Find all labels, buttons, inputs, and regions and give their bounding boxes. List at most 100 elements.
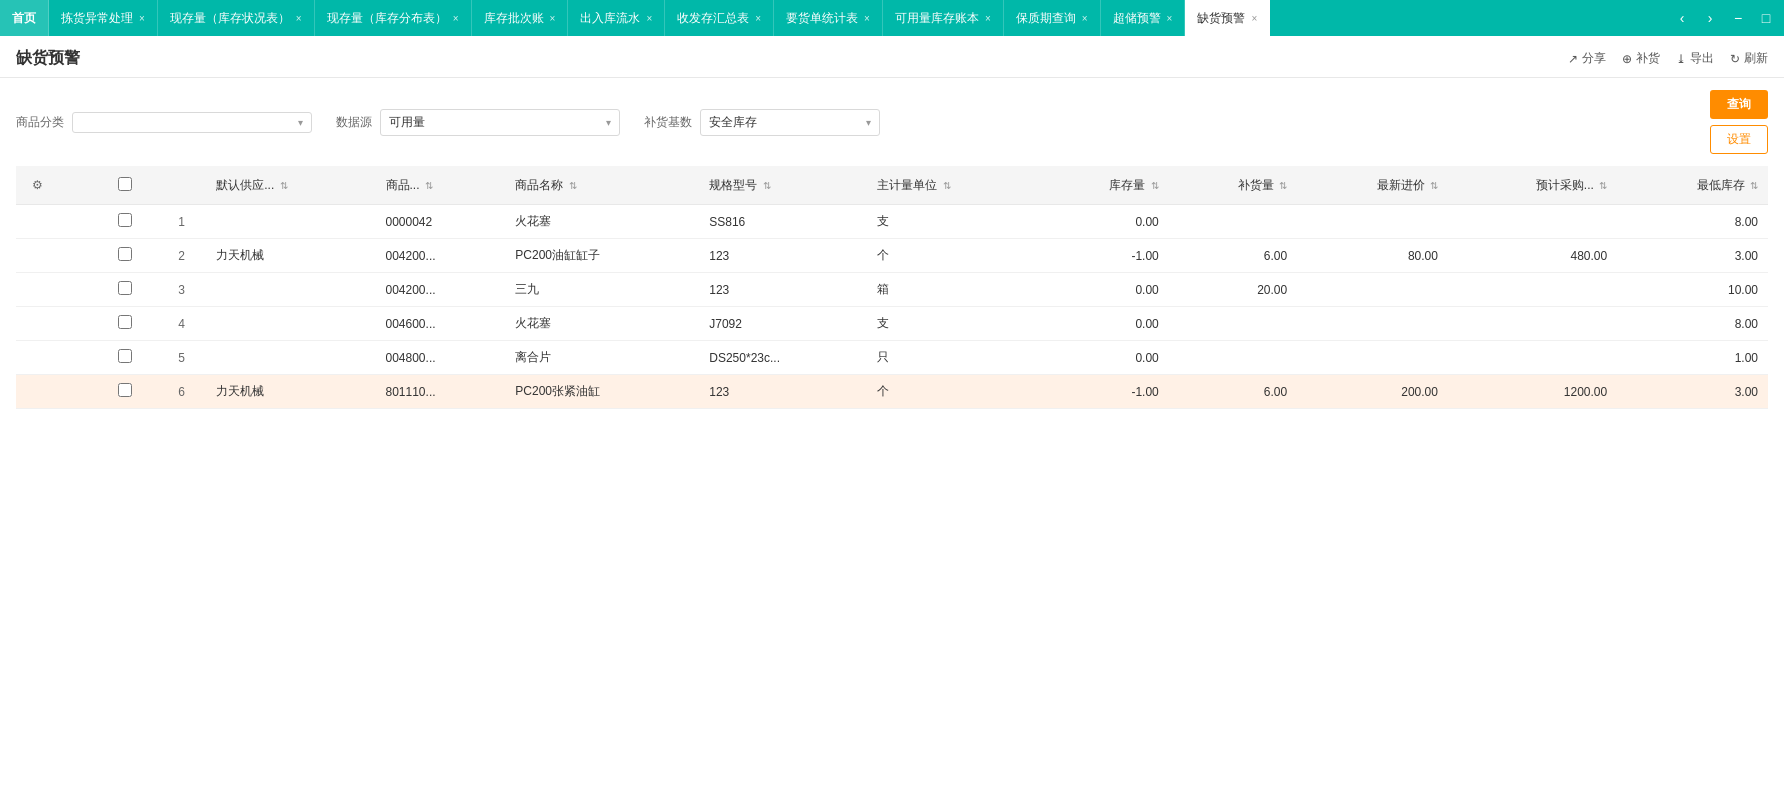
share-action[interactable]: ↗ 分享 <box>1568 50 1606 67</box>
tab-inout-flow-close[interactable]: × <box>646 13 652 24</box>
row-product-code: 004800... <box>376 341 506 375</box>
tab-batch-account[interactable]: 库存批次账 × <box>472 0 569 36</box>
replenish-action[interactable]: ⊕ 补货 <box>1622 50 1660 67</box>
select-all-checkbox[interactable] <box>118 177 132 191</box>
tab-receipt-summary[interactable]: 收发存汇总表 × <box>665 0 774 36</box>
tab-inventory-dist-close[interactable]: × <box>453 13 459 24</box>
col-product-name-header[interactable]: 商品名称 ⇅ <box>505 166 699 205</box>
datasource-select[interactable]: 可用量 ▾ <box>380 109 620 136</box>
tab-abnormal-close[interactable]: × <box>139 13 145 24</box>
tab-order-stats-label: 要货单统计表 <box>786 10 858 27</box>
tab-shortage-close[interactable]: × <box>1251 13 1257 24</box>
row-stock-qty: 0.00 <box>1040 307 1168 341</box>
query-button[interactable]: 查询 <box>1710 90 1768 119</box>
est-purchase-sort-icon: ⇅ <box>1599 180 1607 191</box>
replenish-base-select[interactable]: 安全库存 ▾ <box>700 109 880 136</box>
row-stock-qty: 0.00 <box>1040 205 1168 239</box>
row-checkbox[interactable] <box>118 383 132 397</box>
row-checkbox[interactable] <box>118 247 132 261</box>
row-supplier <box>206 273 375 307</box>
row-seq: 1 <box>157 205 206 239</box>
row-checkbox-cell[interactable] <box>94 375 157 409</box>
row-checkbox-cell[interactable] <box>94 341 157 375</box>
row-replenish-qty <box>1169 307 1297 341</box>
column-settings-btn[interactable]: ⚙ <box>26 174 48 196</box>
row-unit: 箱 <box>867 273 1040 307</box>
tab-receipt-summary-close[interactable]: × <box>755 13 761 24</box>
row-unit: 支 <box>867 205 1040 239</box>
datasource-select-value: 可用量 <box>389 114 425 131</box>
row-checkbox[interactable] <box>118 315 132 329</box>
row-settings-cell <box>16 341 94 375</box>
row-spec: 123 <box>699 375 867 409</box>
tab-order-stats[interactable]: 要货单统计表 × <box>774 0 883 36</box>
tab-receipt-summary-label: 收发存汇总表 <box>677 10 749 27</box>
tab-batch-account-close[interactable]: × <box>550 13 556 24</box>
row-supplier: 力天机械 <box>206 239 375 273</box>
table-row: 4 004600... 火花塞 J7092 支 0.00 8.00 <box>16 307 1768 341</box>
row-stock-qty: -1.00 <box>1040 375 1168 409</box>
row-checkbox-cell[interactable] <box>94 239 157 273</box>
table-row: 6 力天机械 801110... PC200张紧油缸 123 个 -1.00 6… <box>16 375 1768 409</box>
row-checkbox[interactable] <box>118 349 132 363</box>
row-product-code: 801110... <box>376 375 506 409</box>
row-checkbox-cell[interactable] <box>94 307 157 341</box>
row-checkbox-cell[interactable] <box>94 205 157 239</box>
col-replenish-qty-header[interactable]: 补货量 ⇅ <box>1169 166 1297 205</box>
tab-abnormal[interactable]: 拣货异常处理 × <box>49 0 158 36</box>
settings-button[interactable]: 设置 <box>1710 125 1768 154</box>
tab-order-stats-close[interactable]: × <box>864 13 870 24</box>
tab-inout-flow[interactable]: 出入库流水 × <box>568 0 665 36</box>
row-latest-price <box>1297 307 1448 341</box>
replenish-label: 补货 <box>1636 50 1660 67</box>
row-seq: 2 <box>157 239 206 273</box>
share-icon: ↗ <box>1568 52 1578 66</box>
col-stock-qty-header[interactable]: 库存量 ⇅ <box>1040 166 1168 205</box>
tab-inventory-status-close[interactable]: × <box>296 13 302 24</box>
row-checkbox-cell[interactable] <box>94 273 157 307</box>
col-est-purchase-header[interactable]: 预计采购... ⇅ <box>1448 166 1617 205</box>
refresh-icon: ↻ <box>1730 52 1740 66</box>
col-latest-price-header[interactable]: 最新进价 ⇅ <box>1297 166 1448 205</box>
row-product-code: 004200... <box>376 239 506 273</box>
col-product-code-header[interactable]: 商品... ⇅ <box>376 166 506 205</box>
tab-inventory-dist[interactable]: 现存量（库存分布表） × <box>315 0 472 36</box>
tab-expiry-query-close[interactable]: × <box>1082 13 1088 24</box>
col-spec-header[interactable]: 规格型号 ⇅ <box>699 166 867 205</box>
replenish-icon: ⊕ <box>1622 52 1632 66</box>
row-min-stock: 8.00 <box>1617 307 1768 341</box>
nav-maximize-btn[interactable]: □ <box>1752 4 1780 32</box>
tab-abnormal-label: 拣货异常处理 <box>61 10 133 27</box>
refresh-label: 刷新 <box>1744 50 1768 67</box>
row-latest-price: 80.00 <box>1297 239 1448 273</box>
nav-next-btn[interactable]: › <box>1696 4 1724 32</box>
tab-home[interactable]: 首页 <box>0 0 49 36</box>
row-product-name: PC200张紧油缸 <box>505 375 699 409</box>
row-est-purchase <box>1448 273 1617 307</box>
row-checkbox[interactable] <box>118 281 132 295</box>
replenish-base-filter-item: 补货基数 安全库存 ▾ <box>644 109 880 136</box>
row-settings-cell <box>16 375 94 409</box>
col-checkbox-header <box>94 166 157 205</box>
export-action[interactable]: ⤓ 导出 <box>1676 50 1714 67</box>
min-stock-sort-icon: ⇅ <box>1750 180 1758 191</box>
nav-minimize-btn[interactable]: − <box>1724 4 1752 32</box>
nav-prev-btn[interactable]: ‹ <box>1668 4 1696 32</box>
tab-overstock[interactable]: 超储预警 × <box>1101 0 1186 36</box>
page-header: 缺货预警 ↗ 分享 ⊕ 补货 ⤓ 导出 ↻ 刷新 <box>0 36 1784 78</box>
tab-shortage[interactable]: 缺货预警 × <box>1185 0 1270 36</box>
col-supplier-header[interactable]: 默认供应... ⇅ <box>206 166 375 205</box>
row-est-purchase <box>1448 341 1617 375</box>
tab-overstock-close[interactable]: × <box>1167 13 1173 24</box>
row-checkbox[interactable] <box>118 213 132 227</box>
row-supplier <box>206 341 375 375</box>
tab-inventory-status[interactable]: 现存量（库存状况表） × <box>158 0 315 36</box>
refresh-action[interactable]: ↻ 刷新 <box>1730 50 1768 67</box>
col-unit-header[interactable]: 主计量单位 ⇅ <box>867 166 1040 205</box>
tab-available-ledger-close[interactable]: × <box>985 13 991 24</box>
tab-expiry-query[interactable]: 保质期查询 × <box>1004 0 1101 36</box>
row-spec: SS816 <box>699 205 867 239</box>
tab-available-ledger[interactable]: 可用量库存账本 × <box>883 0 1004 36</box>
col-min-stock-header[interactable]: 最低库存 ⇅ <box>1617 166 1768 205</box>
category-select[interactable]: ▾ <box>72 112 312 133</box>
